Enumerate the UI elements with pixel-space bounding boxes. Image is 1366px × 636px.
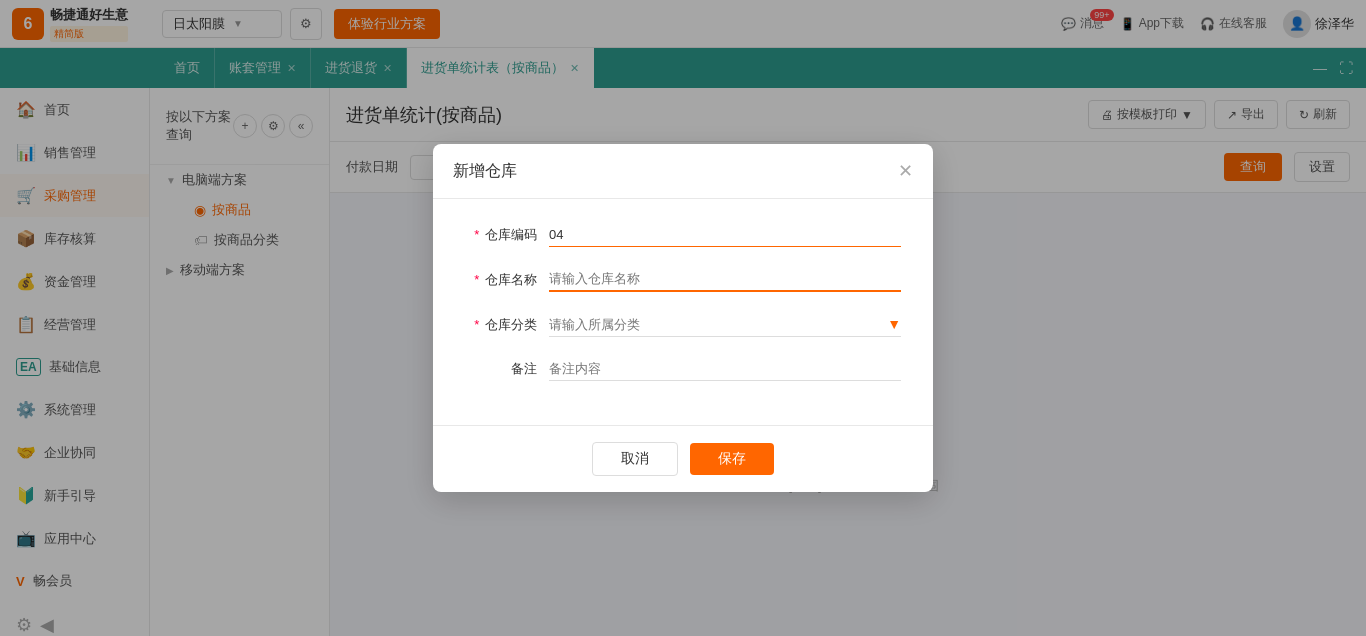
modal-footer: 取消 保存	[433, 425, 933, 492]
required-star3: *	[474, 317, 479, 332]
warehouse-code-row: * 仓库编码	[465, 223, 901, 247]
name-label: * 仓库名称	[465, 271, 537, 289]
warehouse-category-row: * 仓库分类 ▼	[465, 312, 901, 337]
warehouse-note-row: 备注	[465, 357, 901, 381]
modal-header: 新增仓库 ✕	[433, 144, 933, 199]
category-input[interactable]	[549, 317, 887, 332]
modal-title: 新增仓库	[453, 161, 517, 182]
required-star: *	[474, 227, 479, 242]
cancel-button[interactable]: 取消	[592, 442, 678, 476]
new-warehouse-modal: 新增仓库 ✕ * 仓库编码 * 仓库名称	[433, 144, 933, 492]
category-dropdown-arrow[interactable]: ▼	[887, 316, 901, 332]
warehouse-note-input[interactable]	[549, 357, 901, 381]
category-select-wrap: ▼	[549, 312, 901, 337]
warehouse-name-row: * 仓库名称	[465, 267, 901, 292]
warehouse-code-input[interactable]	[549, 223, 901, 247]
note-label: 备注	[465, 360, 537, 378]
modal-body: * 仓库编码 * 仓库名称 * 仓库分类	[433, 199, 933, 425]
warehouse-name-input[interactable]	[549, 267, 901, 292]
save-button[interactable]: 保存	[690, 443, 774, 475]
modal-overlay: 新增仓库 ✕ * 仓库编码 * 仓库名称	[0, 0, 1366, 636]
required-star2: *	[474, 272, 479, 287]
category-label: * 仓库分类	[465, 316, 537, 334]
code-label: * 仓库编码	[465, 226, 537, 244]
modal-close-button[interactable]: ✕	[898, 160, 913, 182]
